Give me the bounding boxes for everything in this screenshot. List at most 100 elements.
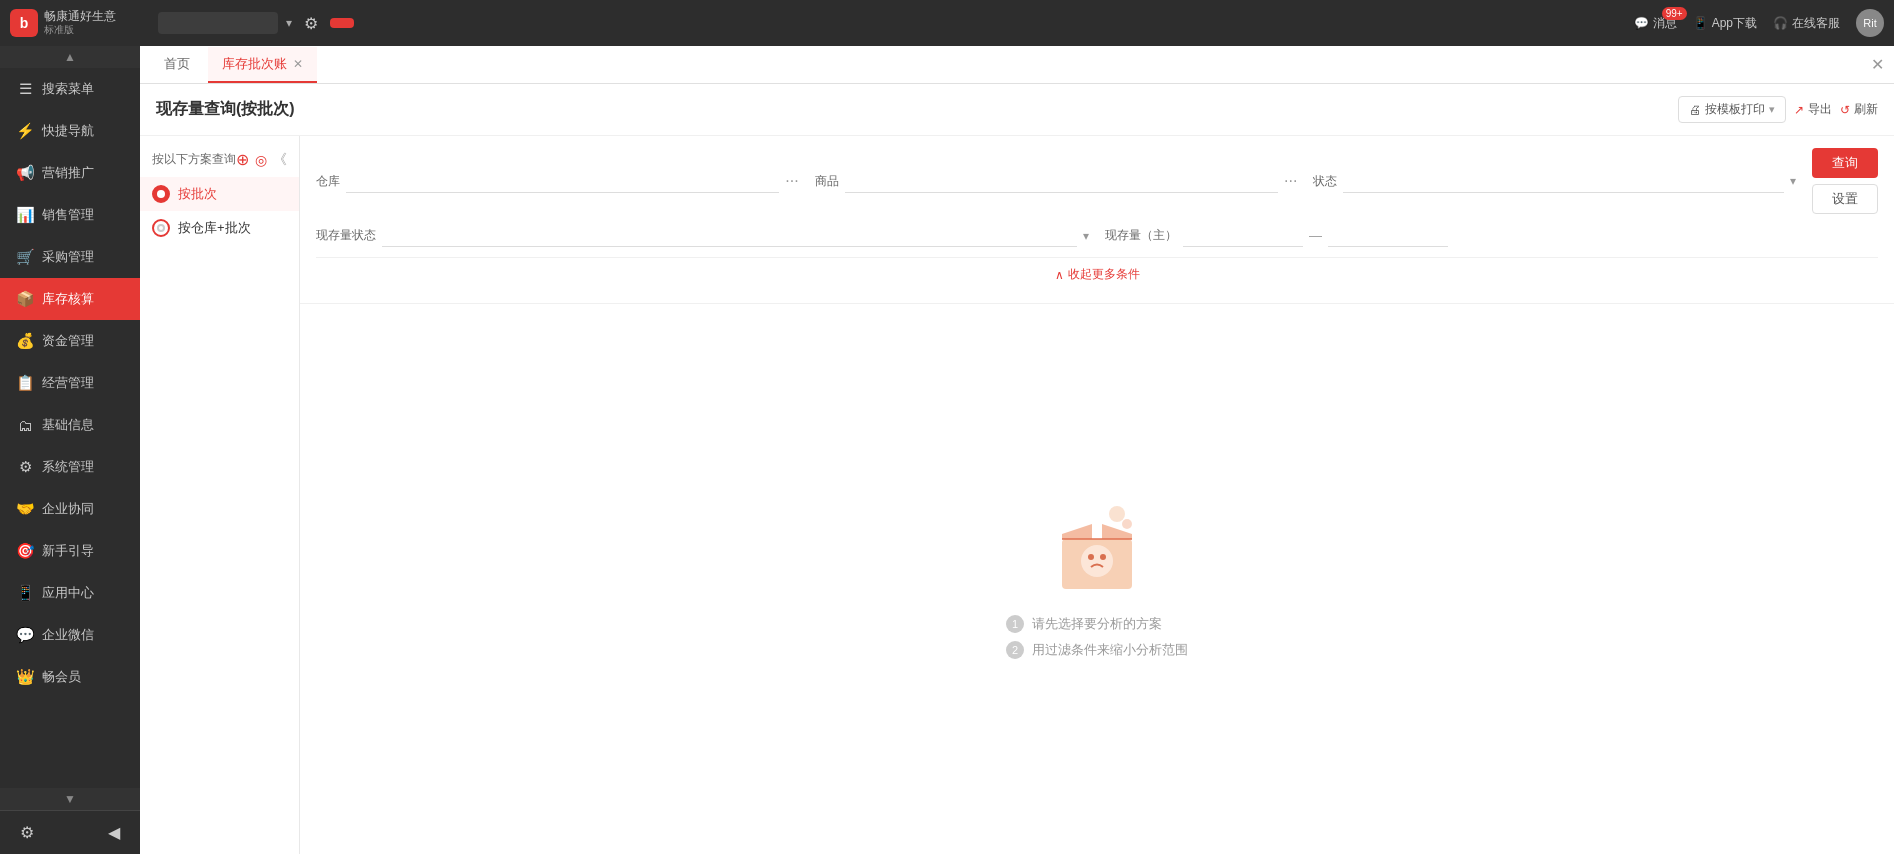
print-button[interactable]: 🖨 按模板打印 ▾ bbox=[1678, 96, 1786, 123]
product-input[interactable] bbox=[845, 170, 1278, 193]
inventory-qty-from-input[interactable] bbox=[1183, 224, 1303, 247]
sales-icon: 📊 bbox=[16, 206, 34, 224]
sidebar-item-search-menu[interactable]: ☰ 搜索菜单 bbox=[0, 68, 140, 110]
tip-text-1: 请先选择要分析的方案 bbox=[1032, 615, 1162, 633]
sidebar-item-basic-info[interactable]: 🗂 基础信息 bbox=[0, 404, 140, 446]
sidebar-item-operations[interactable]: 📋 经营管理 bbox=[0, 362, 140, 404]
inventory-status-input[interactable] bbox=[382, 224, 1077, 247]
status-chevron-icon[interactable]: ▾ bbox=[1790, 174, 1796, 188]
sidebar-item-label: 企业协同 bbox=[42, 500, 94, 518]
sidebar-item-enterprise-wechat[interactable]: 💬 企业微信 bbox=[0, 614, 140, 656]
empty-state: 1 请先选择要分析的方案 2 用过滤条件来缩小分析范围 bbox=[1006, 499, 1188, 659]
sidebar-collapse-button[interactable]: ◀ bbox=[104, 819, 124, 846]
logo-area: b 畅康通好生意 标准版 bbox=[10, 9, 150, 37]
tab-home-label: 首页 bbox=[164, 55, 190, 73]
scheme-gear-button[interactable]: ◎ bbox=[255, 152, 267, 168]
tab-inventory-batch-label: 库存批次账 bbox=[222, 55, 287, 73]
tab-close-icon[interactable]: ✕ bbox=[293, 58, 303, 70]
product-dots-button[interactable]: ··· bbox=[1284, 172, 1297, 190]
refresh-label: 刷新 bbox=[1854, 101, 1878, 118]
export-icon: ↗ bbox=[1794, 103, 1804, 117]
message-icon: 💬 bbox=[1634, 16, 1649, 30]
scheme-dot-filled bbox=[152, 185, 170, 203]
panel-close-button[interactable]: ✕ bbox=[1871, 55, 1884, 74]
inventory-icon: 📦 bbox=[16, 290, 34, 308]
sidebar-item-purchase[interactable]: 🛒 采购管理 bbox=[0, 236, 140, 278]
tab-inventory-batch[interactable]: 库存批次账 ✕ bbox=[208, 47, 317, 83]
inventory-qty-dash: — bbox=[1309, 228, 1322, 243]
sidebar-scroll-down[interactable]: ▼ bbox=[0, 788, 140, 810]
finance-icon: 💰 bbox=[16, 332, 34, 350]
inventory-status-chevron-icon[interactable]: ▾ bbox=[1083, 229, 1089, 243]
app-download-label: App下载 bbox=[1712, 15, 1757, 32]
app-download-item[interactable]: 📱 App下载 bbox=[1693, 15, 1757, 32]
app-center-icon: 📱 bbox=[16, 584, 34, 602]
online-service-item[interactable]: 🎧 在线客服 bbox=[1773, 15, 1840, 32]
refresh-button[interactable]: ↺ 刷新 bbox=[1840, 101, 1878, 118]
scheme-add-button[interactable]: ⊕ bbox=[236, 150, 249, 169]
status-input[interactable] bbox=[1343, 170, 1784, 193]
inventory-qty-label: 现存量（主） bbox=[1105, 227, 1177, 244]
filter-inventory-status: 现存量状态 ▾ bbox=[316, 224, 1089, 247]
sidebar-item-label: 销售管理 bbox=[42, 206, 94, 224]
header-gear-button[interactable]: ⚙ bbox=[300, 10, 322, 37]
sidebar-item-newbie[interactable]: 🎯 新手引导 bbox=[0, 530, 140, 572]
tab-home[interactable]: 首页 bbox=[150, 47, 204, 83]
sidebar-item-inventory[interactable]: 📦 库存核算 bbox=[0, 278, 140, 320]
scheme-collapse-button[interactable]: 《 bbox=[273, 151, 287, 169]
search-menu-icon: ☰ bbox=[16, 80, 34, 98]
newbie-icon: 🎯 bbox=[16, 542, 34, 560]
trial-button[interactable] bbox=[330, 18, 354, 28]
sidebar-item-marketing[interactable]: 📢 营销推广 bbox=[0, 152, 140, 194]
refresh-icon: ↺ bbox=[1840, 103, 1850, 117]
scheme-item-label: 按仓库+批次 bbox=[178, 219, 251, 237]
scheme-item-by-warehouse-batch[interactable]: 按仓库+批次 bbox=[140, 211, 299, 245]
svg-point-7 bbox=[1109, 506, 1125, 522]
app-title: 畅康通好生意 bbox=[44, 9, 116, 23]
empty-tips: 1 请先选择要分析的方案 2 用过滤条件来缩小分析范围 bbox=[1006, 615, 1188, 659]
user-item[interactable]: Rit bbox=[1856, 9, 1884, 37]
sidebar-item-label: 采购管理 bbox=[42, 248, 94, 266]
print-chevron-icon[interactable]: ▾ bbox=[1769, 103, 1775, 116]
sidebar-item-finance[interactable]: 💰 资金管理 bbox=[0, 320, 140, 362]
warehouse-input[interactable] bbox=[346, 170, 779, 193]
sidebar-scroll-up[interactable]: ▲ bbox=[0, 46, 140, 68]
page-title: 现存量查询(按批次) bbox=[156, 99, 295, 120]
filter-row-2: 现存量状态 ▾ 现存量（主） — bbox=[316, 224, 1878, 247]
sidebar: ▲ ☰ 搜索菜单 ⚡ 快捷导航 📢 营销推广 📊 销售管理 🛒 采购管理 📦 库… bbox=[0, 46, 140, 854]
filter-settings-button[interactable]: 设置 bbox=[1812, 184, 1878, 214]
warehouse-label: 仓库 bbox=[316, 173, 340, 190]
scheme-header-actions: ⊕ ◎ 《 bbox=[236, 150, 287, 169]
warehouse-dots-button[interactable]: ··· bbox=[785, 172, 798, 190]
sidebar-item-enterprise[interactable]: 🤝 企业协同 bbox=[0, 488, 140, 530]
results-area: 1 请先选择要分析的方案 2 用过滤条件来缩小分析范围 bbox=[300, 304, 1894, 854]
empty-tip-2: 2 用过滤条件来缩小分析范围 bbox=[1006, 641, 1188, 659]
tip-number-2: 2 bbox=[1006, 641, 1024, 659]
search-input[interactable] bbox=[158, 12, 278, 34]
scheme-item-by-batch[interactable]: 按批次 bbox=[140, 177, 299, 211]
sidebar-item-system[interactable]: ⚙ 系统管理 bbox=[0, 446, 140, 488]
sidebar-item-quick-nav[interactable]: ⚡ 快捷导航 bbox=[0, 110, 140, 152]
status-label: 状态 bbox=[1313, 173, 1337, 190]
sidebar-item-member[interactable]: 👑 畅会员 bbox=[0, 656, 140, 698]
search-chevron-icon[interactable]: ▾ bbox=[286, 16, 292, 30]
sidebar-item-sales[interactable]: 📊 销售管理 bbox=[0, 194, 140, 236]
avatar: Rit bbox=[1856, 9, 1884, 37]
product-label: 商品 bbox=[815, 173, 839, 190]
tab-bar: 首页 库存批次账 ✕ ✕ bbox=[140, 46, 1894, 84]
messages-item[interactable]: 💬 消息 99+ bbox=[1634, 15, 1677, 32]
export-button[interactable]: ↗ 导出 bbox=[1794, 101, 1832, 118]
svg-marker-1 bbox=[1062, 524, 1092, 539]
sidebar-settings-button[interactable]: ⚙ bbox=[16, 819, 38, 846]
phone-icon: 📱 bbox=[1693, 16, 1708, 30]
query-button[interactable]: 查询 bbox=[1812, 148, 1878, 178]
svg-point-6 bbox=[1100, 554, 1106, 560]
empty-tip-1: 1 请先选择要分析的方案 bbox=[1006, 615, 1188, 633]
collapse-conditions-button[interactable]: ∧ 收起更多条件 bbox=[316, 257, 1878, 291]
sidebar-item-label: 库存核算 bbox=[42, 290, 94, 308]
tip-number-1: 1 bbox=[1006, 615, 1024, 633]
scheme-dot-circle bbox=[157, 224, 165, 232]
sidebar-item-app-center[interactable]: 📱 应用中心 bbox=[0, 572, 140, 614]
sidebar-item-label: 畅会员 bbox=[42, 668, 81, 686]
inventory-qty-to-input[interactable] bbox=[1328, 224, 1448, 247]
